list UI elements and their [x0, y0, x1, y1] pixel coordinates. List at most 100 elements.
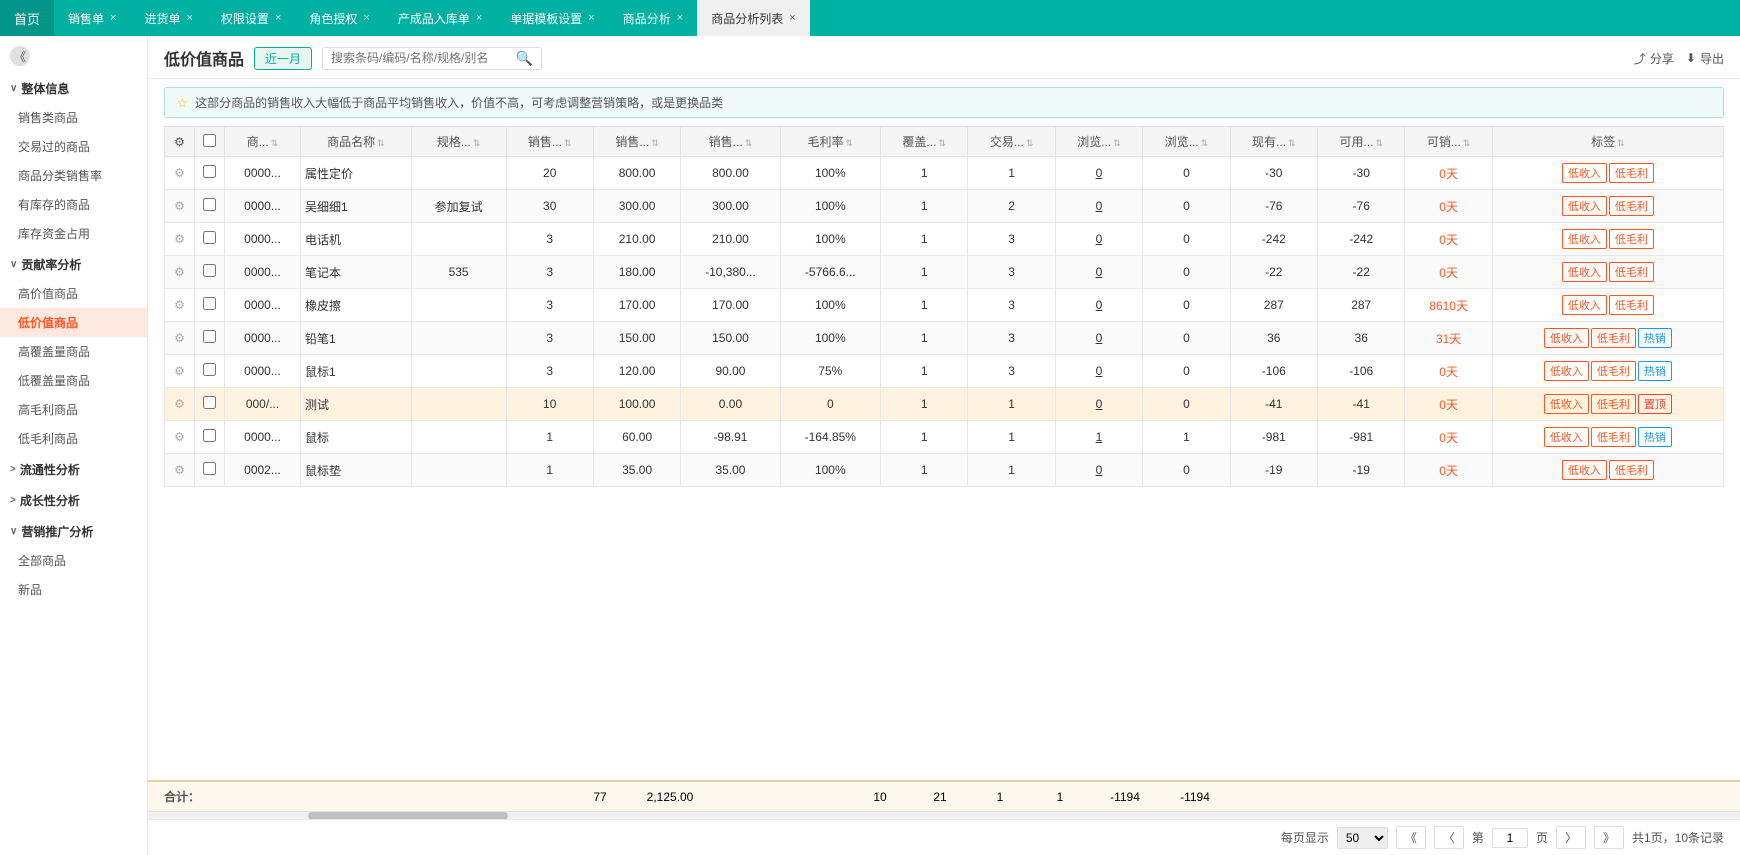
nav-role-auth[interactable]: 角色授权 × [295, 0, 383, 36]
td-checkbox[interactable] [195, 388, 225, 421]
table-area[interactable]: ⚙ 商...⇅ 商品名称⇅ 规格...⇅ 销售...⇅ 销售...⇅ 销售...… [148, 126, 1740, 780]
row-checkbox[interactable] [203, 264, 216, 277]
row-checkbox[interactable] [203, 297, 216, 310]
td-checkbox[interactable] [195, 157, 225, 190]
nav-product-analysis[interactable]: 商品分析 × [609, 0, 697, 36]
first-page-button[interactable]: 《 [1396, 826, 1426, 849]
close-icon[interactable]: × [789, 12, 795, 24]
td-margin: 100% [780, 454, 880, 487]
sidebar-group-liquidity[interactable]: > 流通性分析 [0, 453, 147, 484]
summary-view2: 1 [1030, 790, 1090, 804]
td-gear[interactable]: ⚙ [165, 421, 195, 454]
close-icon[interactable]: × [186, 12, 192, 24]
td-saleable: 8610天 [1405, 289, 1492, 322]
td-view1[interactable]: 0 [1055, 223, 1142, 256]
td-checkbox[interactable] [195, 190, 225, 223]
sidebar-item-traded-goods[interactable]: 交易过的商品 [0, 132, 147, 161]
row-checkbox[interactable] [203, 198, 216, 211]
td-checkbox[interactable] [195, 223, 225, 256]
export-button[interactable]: ⬇ 导出 [1686, 50, 1724, 67]
nav-purchase-order[interactable]: 进货单 × [130, 0, 206, 36]
nav-receipt-template[interactable]: 单据模板设置 × [496, 0, 608, 36]
per-page-select[interactable]: 50 20 100 [1337, 827, 1388, 849]
row-checkbox[interactable] [203, 165, 216, 178]
sidebar-item-stocked-goods[interactable]: 有库存的商品 [0, 190, 147, 219]
sidebar-item-inventory-capital[interactable]: 库存资金占用 [0, 219, 147, 248]
filter-recent-month-button[interactable]: 近一月 [254, 47, 312, 70]
td-view1[interactable]: 1 [1055, 421, 1142, 454]
td-gear[interactable]: ⚙ [165, 157, 195, 190]
td-gear[interactable]: ⚙ [165, 388, 195, 421]
row-checkbox[interactable] [203, 396, 216, 409]
horizontal-scrollbar[interactable] [148, 811, 1740, 819]
row-checkbox[interactable] [203, 429, 216, 442]
row-checkbox[interactable] [203, 363, 216, 376]
td-gear[interactable]: ⚙ [165, 322, 195, 355]
td-checkbox[interactable] [195, 256, 225, 289]
sidebar-item-sales-goods[interactable]: 销售类商品 [0, 103, 147, 132]
sidebar-item-new-goods[interactable]: 新品 [0, 575, 147, 604]
td-name: 橡皮擦 [301, 289, 412, 322]
sidebar-item-low-coverage[interactable]: 低覆盖量商品 [0, 366, 147, 395]
td-gear[interactable]: ⚙ [165, 289, 195, 322]
sidebar-item-category-sales-rate[interactable]: 商品分类销售率 [0, 161, 147, 190]
td-gear[interactable]: ⚙ [165, 256, 195, 289]
sidebar-group-marketing[interactable]: ∨ 营销推广分析 [0, 515, 147, 546]
td-view1[interactable]: 0 [1055, 190, 1142, 223]
sidebar-item-high-coverage[interactable]: 高覆盖量商品 [0, 337, 147, 366]
close-icon[interactable]: × [275, 12, 281, 24]
td-checkbox[interactable] [195, 355, 225, 388]
tag: 低毛利 [1609, 295, 1654, 315]
td-view1[interactable]: 0 [1055, 388, 1142, 421]
select-all-checkbox[interactable] [203, 134, 216, 147]
td-view1[interactable]: 0 [1055, 256, 1142, 289]
td-gear[interactable]: ⚙ [165, 223, 195, 256]
td-view1[interactable]: 0 [1055, 355, 1142, 388]
td-gear[interactable]: ⚙ [165, 190, 195, 223]
sidebar-item-low-margin[interactable]: 低毛利商品 [0, 424, 147, 453]
td-checkbox[interactable] [195, 421, 225, 454]
sidebar-item-high-value[interactable]: 高价值商品 [0, 279, 147, 308]
td-gear[interactable]: ⚙ [165, 454, 195, 487]
td-gear[interactable]: ⚙ [165, 355, 195, 388]
row-checkbox[interactable] [203, 462, 216, 475]
search-icon[interactable]: 🔍 [516, 50, 533, 67]
sidebar-group-growth[interactable]: > 成长性分析 [0, 484, 147, 515]
td-view1[interactable]: 0 [1055, 289, 1142, 322]
td-view1[interactable]: 0 [1055, 157, 1142, 190]
th-gear[interactable]: ⚙ [165, 127, 195, 157]
nav-product-analysis-list[interactable]: 商品分析列表 × [697, 0, 809, 36]
sidebar-item-low-value[interactable]: 低价值商品 [0, 308, 147, 337]
close-icon[interactable]: × [588, 12, 594, 24]
row-checkbox[interactable] [203, 231, 216, 244]
sidebar-collapse-button[interactable]: 《 [10, 46, 30, 66]
td-checkbox[interactable] [195, 289, 225, 322]
td-trade: 3 [968, 256, 1055, 289]
next-page-button[interactable]: 〉 [1556, 826, 1586, 849]
td-view1[interactable]: 0 [1055, 454, 1142, 487]
sidebar-item-high-margin[interactable]: 高毛利商品 [0, 395, 147, 424]
nav-permission-settings[interactable]: 权限设置 × [207, 0, 295, 36]
prev-page-button[interactable]: 〈 [1434, 826, 1464, 849]
close-icon[interactable]: × [363, 12, 369, 24]
row-checkbox[interactable] [203, 330, 216, 343]
sidebar-item-all-goods[interactable]: 全部商品 [0, 546, 147, 575]
sidebar-group-contribution[interactable]: ∨ 贡献率分析 [0, 248, 147, 279]
close-icon[interactable]: × [677, 12, 683, 24]
td-tags: 低收入低毛利 [1492, 454, 1723, 487]
last-page-button[interactable]: 》 [1594, 826, 1624, 849]
close-icon[interactable]: × [476, 12, 482, 24]
nav-sales-order[interactable]: 销售单 × [54, 0, 130, 36]
close-icon[interactable]: × [110, 12, 116, 24]
td-view1[interactable]: 0 [1055, 322, 1142, 355]
sidebar-group-overall[interactable]: ∨ 整体信息 [0, 72, 147, 103]
nav-product-inbound[interactable]: 产成品入库单 × [384, 0, 496, 36]
search-input[interactable] [331, 51, 516, 65]
table-header-row: ⚙ 商...⇅ 商品名称⇅ 规格...⇅ 销售...⇅ 销售...⇅ 销售...… [165, 127, 1724, 157]
td-checkbox[interactable] [195, 454, 225, 487]
share-button[interactable]: ⤴ 分享 [1634, 50, 1674, 67]
page-number-input[interactable] [1492, 828, 1528, 848]
td-checkbox[interactable] [195, 322, 225, 355]
th-checkbox[interactable] [195, 127, 225, 157]
nav-home[interactable]: 首页 [0, 0, 54, 36]
